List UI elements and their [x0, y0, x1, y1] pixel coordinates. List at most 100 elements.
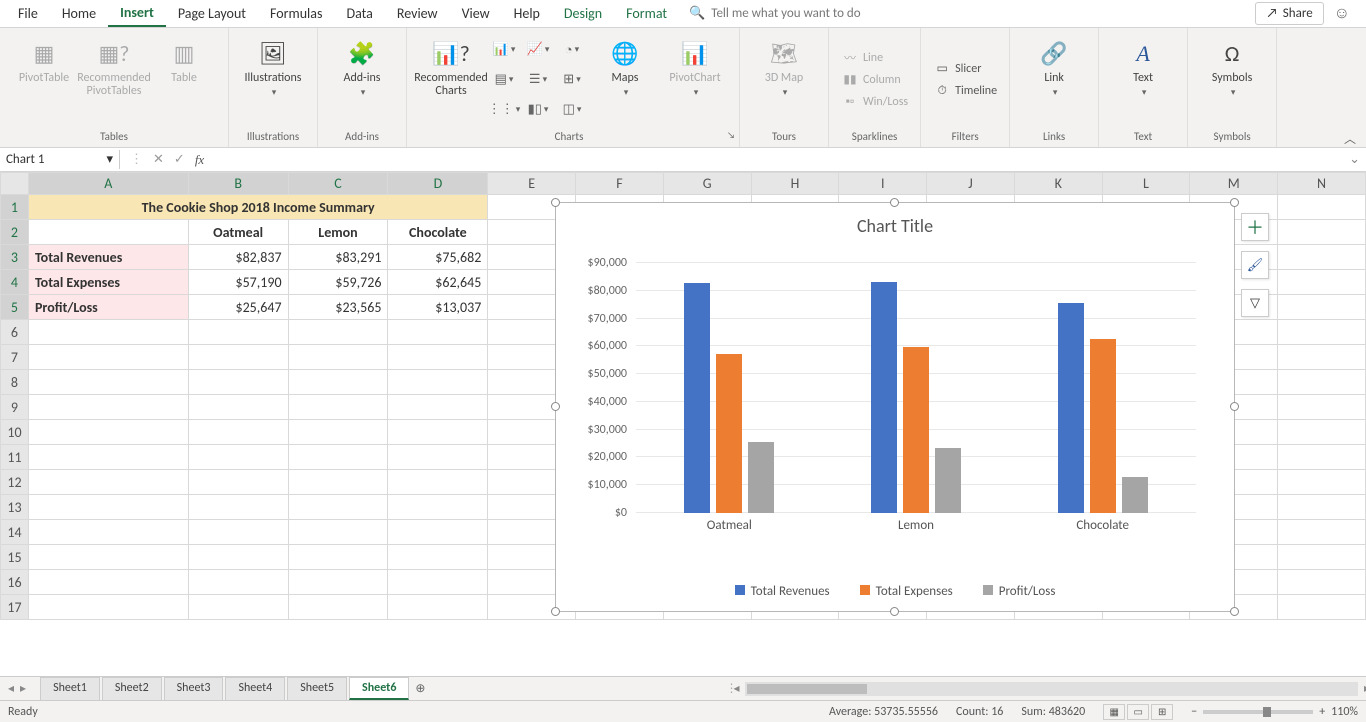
cell-B10[interactable]: [188, 420, 288, 445]
chart-filters-button[interactable]: ▽: [1241, 289, 1269, 317]
legend-item-profit-loss[interactable]: Profit/Loss: [983, 584, 1056, 599]
cell-D16[interactable]: [388, 570, 488, 595]
cell-A3[interactable]: Total Revenues: [28, 245, 188, 270]
column-header-B[interactable]: B: [188, 173, 288, 195]
cell-N13[interactable]: [1278, 495, 1366, 520]
recommended-pivottables-button[interactable]: ▦?Recommended PivotTables: [82, 38, 146, 122]
sparkline-line-button[interactable]: 〰Line: [841, 49, 908, 67]
cell-D14[interactable]: [388, 520, 488, 545]
cell-A9[interactable]: [28, 395, 188, 420]
sheet-tab-sheet2[interactable]: Sheet2: [102, 677, 162, 700]
cell-B16[interactable]: [188, 570, 288, 595]
cell-A8[interactable]: [28, 370, 188, 395]
cell-D13[interactable]: [388, 495, 488, 520]
cell-B5[interactable]: $25,647: [188, 295, 288, 320]
cell-C9[interactable]: [288, 395, 388, 420]
cell-N7[interactable]: [1278, 345, 1366, 370]
recommended-charts-button[interactable]: 📊?Recommended Charts: [419, 38, 483, 122]
name-box[interactable]: Chart 1▾: [0, 150, 120, 169]
pivottable-button[interactable]: ▦PivotTable: [12, 38, 76, 122]
illustrations-button[interactable]: 🖼Illustrations: [241, 38, 305, 122]
row-header-12[interactable]: 12: [1, 470, 29, 495]
sheet-tab-sheet4[interactable]: Sheet4: [225, 677, 285, 700]
tab-data[interactable]: Data: [334, 1, 384, 26]
chart-legend[interactable]: Total Revenues Total Expenses Profit/Loss: [556, 584, 1234, 599]
cell-C13[interactable]: [288, 495, 388, 520]
share-button[interactable]: ↗ Share: [1255, 2, 1323, 25]
cell-D4[interactable]: $62,645: [388, 270, 488, 295]
bar-total-revenues-oatmeal[interactable]: [684, 283, 710, 513]
legend-item-total-expenses[interactable]: Total Expenses: [860, 584, 953, 599]
row-header-11[interactable]: 11: [1, 445, 29, 470]
cell-A17[interactable]: [28, 595, 188, 620]
cell-D2[interactable]: Chocolate: [388, 220, 488, 245]
column-header-H[interactable]: H: [751, 173, 839, 195]
cell-A12[interactable]: [28, 470, 188, 495]
maps-button[interactable]: 🌐Maps: [593, 38, 657, 122]
bar-profit-loss-oatmeal[interactable]: [748, 442, 774, 513]
cell-A6[interactable]: [28, 320, 188, 345]
cell-N15[interactable]: [1278, 545, 1366, 570]
cell-C8[interactable]: [288, 370, 388, 395]
table-button[interactable]: ▥Table: [152, 38, 216, 122]
addins-button[interactable]: 🧩Add-ins: [330, 38, 394, 122]
bar-total-expenses-lemon[interactable]: [903, 347, 929, 513]
cell-N17[interactable]: [1278, 595, 1366, 620]
cell-B11[interactable]: [188, 445, 288, 470]
legend-item-total-revenues[interactable]: Total Revenues: [735, 584, 830, 599]
zoom-control[interactable]: − + 110%: [1191, 705, 1358, 719]
sheet-tab-sheet1[interactable]: Sheet1: [40, 677, 100, 700]
cell-C2[interactable]: Lemon: [288, 220, 388, 245]
tab-home[interactable]: Home: [50, 1, 108, 26]
text-button[interactable]: AText: [1111, 38, 1175, 122]
cell-C5[interactable]: $23,565: [288, 295, 388, 320]
cell-B13[interactable]: [188, 495, 288, 520]
row-header-15[interactable]: 15: [1, 545, 29, 570]
tab-page-layout[interactable]: Page Layout: [166, 1, 258, 26]
collapse-ribbon-button[interactable]: ︿: [1334, 130, 1366, 147]
tab-formulas[interactable]: Formulas: [258, 1, 334, 26]
timeline-button[interactable]: ⏱Timeline: [933, 82, 997, 100]
sparkline-winloss-button[interactable]: ▪▫Win/Loss: [841, 93, 908, 111]
row-header-5[interactable]: 5: [1, 295, 29, 320]
cell-B8[interactable]: [188, 370, 288, 395]
row-header-4[interactable]: 4: [1, 270, 29, 295]
cell-B17[interactable]: [188, 595, 288, 620]
column-header-N[interactable]: N: [1278, 173, 1366, 195]
enter-formula-button[interactable]: ✓: [174, 152, 185, 167]
bar-chart-button[interactable]: ☰: [523, 67, 553, 93]
cell-N9[interactable]: [1278, 395, 1366, 420]
chart-elements-button[interactable]: ＋: [1241, 213, 1269, 241]
cell-B3[interactable]: $82,837: [188, 245, 288, 270]
zoom-out-button[interactable]: −: [1191, 705, 1197, 719]
tab-design[interactable]: Design: [552, 1, 614, 26]
cell-D6[interactable]: [388, 320, 488, 345]
zoom-in-button[interactable]: +: [1319, 705, 1325, 719]
cell-D17[interactable]: [388, 595, 488, 620]
cell-C3[interactable]: $83,291: [288, 245, 388, 270]
cell-A5[interactable]: Profit/Loss: [28, 295, 188, 320]
column-chart-button[interactable]: 📊: [489, 37, 519, 63]
cell-N2[interactable]: [1278, 220, 1366, 245]
row-header-7[interactable]: 7: [1, 345, 29, 370]
chart-title[interactable]: Chart Title: [556, 215, 1234, 237]
cell-A10[interactable]: [28, 420, 188, 445]
bar-total-revenues-lemon[interactable]: [871, 282, 897, 513]
column-header-E[interactable]: E: [488, 173, 576, 195]
column-header-K[interactable]: K: [1014, 173, 1102, 195]
tell-me[interactable]: 🔍 Tell me what you want to do: [689, 6, 861, 21]
tab-review[interactable]: Review: [385, 1, 450, 26]
sheet-tab-sheet5[interactable]: Sheet5: [287, 677, 347, 700]
symbols-button[interactable]: ΩSymbols: [1200, 38, 1264, 122]
row-header-3[interactable]: 3: [1, 245, 29, 270]
cell-D7[interactable]: [388, 345, 488, 370]
cell-N1[interactable]: [1278, 195, 1366, 220]
horizontal-scrollbar[interactable]: ◂▸: [745, 682, 1358, 696]
cell-D8[interactable]: [388, 370, 488, 395]
waterfall-chart-button[interactable]: ▮▯: [523, 97, 553, 123]
cell-A7[interactable]: [28, 345, 188, 370]
cell-D11[interactable]: [388, 445, 488, 470]
scatter-chart-button[interactable]: ⋮⋮: [489, 97, 519, 123]
cell-B9[interactable]: [188, 395, 288, 420]
cell-D9[interactable]: [388, 395, 488, 420]
